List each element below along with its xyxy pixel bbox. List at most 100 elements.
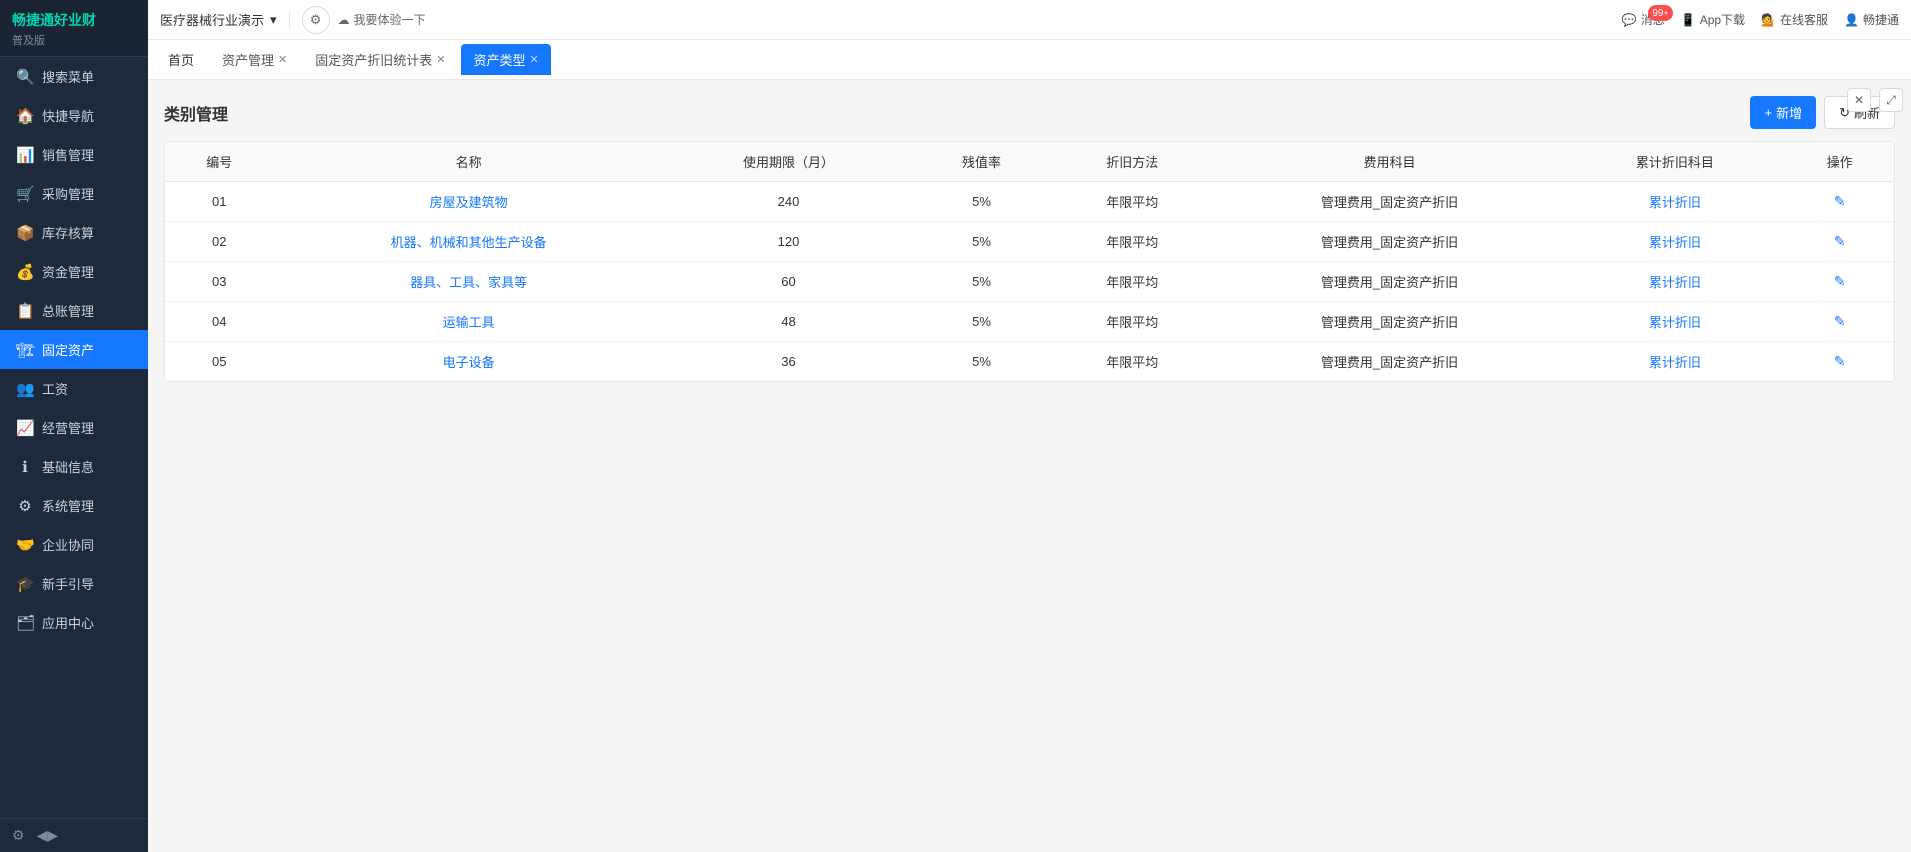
col-header-7: 操作 [1785,142,1894,182]
sidebar-label-fixed-assets: 固定资产 [42,340,94,359]
sidebar-item-quick-nav[interactable]: 🏠 快捷导航 [0,96,148,135]
cell-row4-col5: 管理费用_固定资产折旧 [1215,342,1565,382]
try-button[interactable]: ☁ 我要体验一下 [338,11,426,28]
company-name: 医疗器械行业演示 [160,10,264,29]
cell-row1-col1[interactable]: 机器、机械和其他生产设备 [273,222,663,262]
col-header-5: 费用科目 [1215,142,1565,182]
sidebar-label-operation: 经营管理 [42,418,94,437]
cell-row0-col4: 年限平均 [1050,182,1215,222]
link-row2-col6[interactable]: 累计折旧 [1649,275,1701,290]
sidebar-item-search[interactable]: 🔍 搜索菜单 [0,57,148,96]
tab-asset-mgmt[interactable]: 资产管理✕ [210,44,299,75]
cell-row3-col3: 5% [913,302,1050,342]
gear-icon: ⚙ [310,12,322,28]
sidebar-item-capital[interactable]: 💰 资金管理 [0,252,148,291]
sidebar-item-purchase[interactable]: 🛒 采购管理 [0,174,148,213]
cell-row2-col1[interactable]: 器具、工具、家具等 [273,262,663,302]
cell-row4-col6[interactable]: 累计折旧 [1564,342,1785,382]
link-row0-col6[interactable]: 累计折旧 [1649,195,1701,210]
app-title: 畅捷通好业财 [12,10,136,30]
sidebar-item-ledger[interactable]: 📋 总账管理 [0,291,148,330]
sidebar-label-basic-info: 基础信息 [42,457,94,476]
cell-row3-col6[interactable]: 累计折旧 [1564,302,1785,342]
cell-row2-col7[interactable]: ✎ [1785,262,1894,302]
user-button[interactable]: 👤 畅捷通 [1844,11,1899,28]
link-row4-col1[interactable]: 电子设备 [443,355,495,370]
sidebar-item-collab[interactable]: 🤝 企业协同 [0,525,148,564]
link-row3-col6[interactable]: 累计折旧 [1649,315,1701,330]
app-download-button[interactable]: 📱 App下载 [1681,11,1745,28]
col-header-3: 残值率 [913,142,1050,182]
sidebar-item-app-center[interactable]: 🗂 应用中心 [0,603,148,642]
tab-close-asset-mgmt[interactable]: ✕ [278,53,287,66]
sales-icon: 📊 [16,146,34,164]
cell-row0-col6[interactable]: 累计折旧 [1564,182,1785,222]
sidebar-item-system[interactable]: ⚙ 系统管理 [0,486,148,525]
table-body: 01房屋及建筑物2405%年限平均管理费用_固定资产折旧累计折旧✎02机器、机械… [165,182,1894,382]
cell-row3-col7[interactable]: ✎ [1785,302,1894,342]
company-selector[interactable]: 医疗器械行业演示 ▾ [160,10,277,29]
edit-icon-row2[interactable]: ✎ [1834,273,1846,289]
tab-asset-type[interactable]: 资产类型 ✕ [461,44,550,75]
main-area: 医疗器械行业演示 ▾ ⚙ ☁ 我要体验一下 💬 消息 99+ 📱 App下载 [148,0,1911,852]
sidebar-item-fixed-assets[interactable]: 🏗 固定资产 [0,330,148,369]
cell-row4-col3: 5% [913,342,1050,382]
sidebar-item-inventory[interactable]: 📦 库存核算 [0,213,148,252]
tab-label-depreciation: 固定资产折旧统计表 [315,50,432,69]
close-window-button[interactable]: ✕ [1847,88,1871,112]
cell-row1-col6[interactable]: 累计折旧 [1564,222,1785,262]
topbar-separator [289,10,290,30]
cell-row4-col7[interactable]: ✎ [1785,342,1894,382]
expand-window-button[interactable]: ⤢ [1879,88,1903,112]
cell-row3-col1[interactable]: 运输工具 [273,302,663,342]
link-row1-col6[interactable]: 累计折旧 [1649,235,1701,250]
cell-row4-col1[interactable]: 电子设备 [273,342,663,382]
cell-row2-col0: 03 [165,262,273,302]
link-row4-col6[interactable]: 累计折旧 [1649,355,1701,370]
sidebar: 畅捷通好业财 普及版 🔍 搜索菜单 🏠 快捷导航 📊 销售管理 🛒 采购管理 📦… [0,0,148,852]
sidebar-item-operation[interactable]: 📈 经营管理 [0,408,148,447]
link-row0-col1[interactable]: 房屋及建筑物 [430,195,508,210]
cell-row0-col7[interactable]: ✎ [1785,182,1894,222]
cell-row1-col7[interactable]: ✎ [1785,222,1894,262]
toggle-icon[interactable]: ◀▶ [37,827,59,844]
edit-icon-row1[interactable]: ✎ [1834,233,1846,249]
try-label: 我要体验一下 [354,11,426,28]
link-row1-col1[interactable]: 机器、机械和其他生产设备 [391,235,547,250]
tab-label-asset-type: 资产类型 [473,50,525,69]
edit-icon-row3[interactable]: ✎ [1834,313,1846,329]
new-button[interactable]: + 新增 [1750,96,1816,129]
cell-row0-col0: 01 [165,182,273,222]
table-row: 03器具、工具、家具等605%年限平均管理费用_固定资产折旧累计折旧✎ [165,262,1894,302]
sidebar-item-basic-info[interactable]: ℹ 基础信息 [0,447,148,486]
sidebar-label-search: 搜索菜单 [42,67,94,86]
page-header: 类别管理 + 新增 ↻ 刷新 [164,96,1895,129]
tab-close-asset-type[interactable]: ✕ [530,53,539,66]
payroll-icon: 👥 [16,380,34,398]
tab-close-depreciation[interactable]: ✕ [436,53,445,66]
edit-icon-row4[interactable]: ✎ [1834,353,1846,369]
settings-icon[interactable]: ⚙ [12,827,25,844]
cell-row2-col5: 管理费用_固定资产折旧 [1215,262,1565,302]
cell-row0-col1[interactable]: 房屋及建筑物 [273,182,663,222]
cell-row3-col2: 48 [664,302,913,342]
sidebar-item-sales[interactable]: 📊 销售管理 [0,135,148,174]
cell-row1-col2: 120 [664,222,913,262]
sidebar-item-guide[interactable]: 🎓 新手引导 [0,564,148,603]
asset-type-table: 编号名称使用期限（月）残值率折旧方法费用科目累计折旧科目操作 01房屋及建筑物2… [165,142,1894,381]
purchase-icon: 🛒 [16,185,34,203]
message-button[interactable]: 💬 消息 99+ [1622,11,1665,28]
link-row2-col1[interactable]: 器具、工具、家具等 [410,275,527,290]
edit-icon-row0[interactable]: ✎ [1834,193,1846,209]
cell-row2-col6[interactable]: 累计折旧 [1564,262,1785,302]
sidebar-item-payroll[interactable]: 👥 工资 [0,369,148,408]
tab-depreciation[interactable]: 固定资产折旧统计表 ✕ [303,44,457,75]
settings-button[interactable]: ⚙ [302,6,330,34]
link-row3-col1[interactable]: 运输工具 [443,315,495,330]
table-row: 04运输工具485%年限平均管理费用_固定资产折旧累计折旧✎ [165,302,1894,342]
col-header-2: 使用期限（月） [664,142,913,182]
online-service-button[interactable]: 💁 在线客服 [1761,11,1828,28]
tab-home[interactable]: 首页 [156,44,206,75]
table-header: 编号名称使用期限（月）残值率折旧方法费用科目累计折旧科目操作 [165,142,1894,182]
data-table-container: 编号名称使用期限（月）残值率折旧方法费用科目累计折旧科目操作 01房屋及建筑物2… [164,141,1895,382]
